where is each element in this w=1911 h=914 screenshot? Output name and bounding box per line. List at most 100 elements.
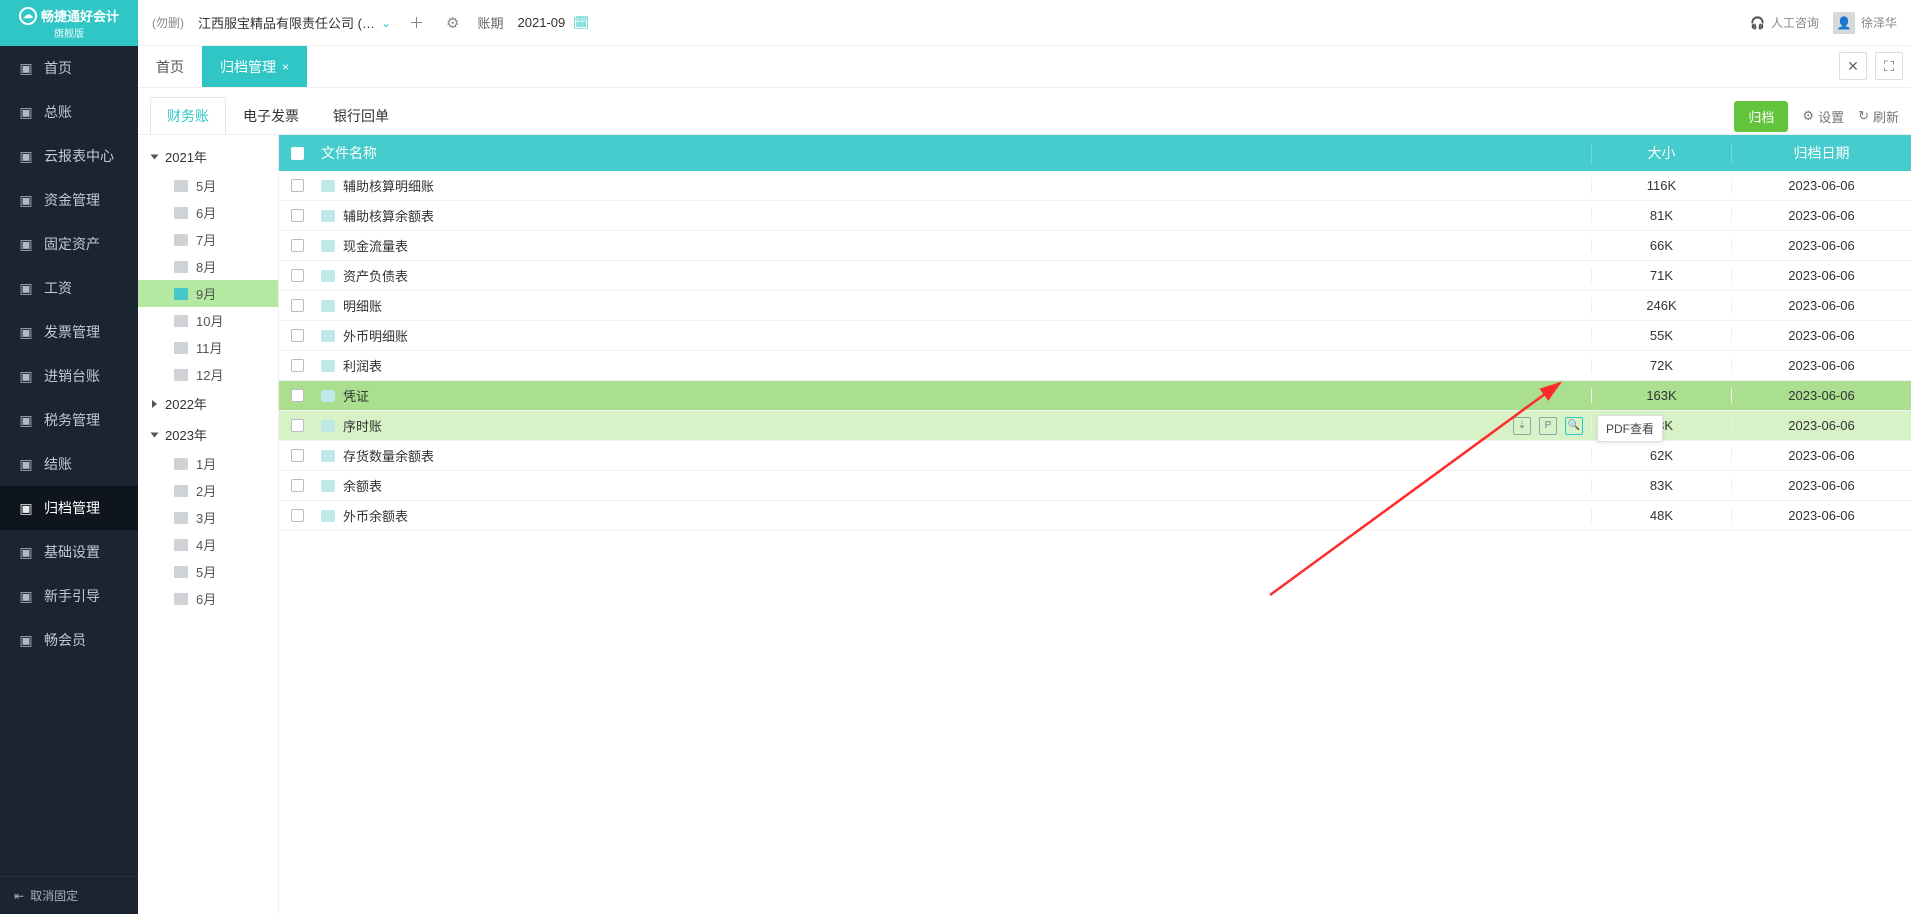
human-consult[interactable]: 🎧 人工咨询 <box>1750 14 1819 31</box>
row-checkbox[interactable] <box>291 239 304 252</box>
archive-button[interactable]: 归档 <box>1734 101 1788 132</box>
sidebar-item-5[interactable]: ▣工资 <box>0 266 138 310</box>
row-checkbox[interactable] <box>291 389 304 402</box>
page-tab-1[interactable]: 归档管理 × <box>202 46 307 87</box>
file-size: 81K <box>1591 208 1731 223</box>
file-icon <box>321 450 335 462</box>
table-row[interactable]: 资产负债表71K2023-06-06 <box>279 261 1911 291</box>
row-checkbox[interactable] <box>291 269 304 282</box>
tree-month-0-3[interactable]: 8月 <box>138 253 278 280</box>
select-all-checkbox[interactable] <box>291 147 304 160</box>
page-tab-label: 归档管理 <box>220 57 276 77</box>
sidebar-item-13[interactable]: ▣畅会员 <box>0 618 138 662</box>
settings-top-icon[interactable]: ⚙ <box>442 10 463 36</box>
row-checkbox[interactable] <box>291 179 304 192</box>
file-table: 文件名称 大小 归档日期 辅助核算明细账116K2023-06-06辅助核算余额… <box>278 135 1911 914</box>
row-checkbox[interactable] <box>291 329 304 342</box>
row-checkbox[interactable] <box>291 509 304 522</box>
tree-month-0-0[interactable]: 5月 <box>138 172 278 199</box>
table-row[interactable]: 序时账⇣P🔍PDF查看13K2023-06-06 <box>279 411 1911 441</box>
user-menu[interactable]: 👤 徐泽华 <box>1833 12 1897 34</box>
tree-month-2-4[interactable]: 5月 <box>138 558 278 585</box>
pdf-view-tooltip: PDF查看 <box>1597 415 1663 442</box>
tree-month-0-1[interactable]: 6月 <box>138 199 278 226</box>
tree-month-0-7[interactable]: 12月 <box>138 361 278 388</box>
table-row[interactable]: 余额表83K2023-06-06 <box>279 471 1911 501</box>
tree-month-0-4[interactable]: 9月 <box>138 280 278 307</box>
table-row[interactable]: 现金流量表66K2023-06-06 <box>279 231 1911 261</box>
sidebar-item-8[interactable]: ▣税务管理 <box>0 398 138 442</box>
row-checkbox[interactable] <box>291 359 304 372</box>
tree-year-2[interactable]: 2023年 <box>138 419 278 450</box>
sidebar-item-4[interactable]: ▣固定资产 <box>0 222 138 266</box>
row-checkbox[interactable] <box>291 209 304 222</box>
tree-month-2-0[interactable]: 1月 <box>138 450 278 477</box>
asset-icon: ▣ <box>18 236 34 252</box>
tree-month-0-2[interactable]: 7月 <box>138 226 278 253</box>
tree-month-2-2[interactable]: 3月 <box>138 504 278 531</box>
fullscreen-button[interactable]: ⛶ <box>1875 52 1903 80</box>
table-row[interactable]: 外币明细账55K2023-06-06 <box>279 321 1911 351</box>
close-icon[interactable]: × <box>282 60 289 74</box>
headset-icon: 🎧 <box>1750 16 1765 30</box>
archive-date: 2023-06-06 <box>1731 358 1911 373</box>
table-row[interactable]: 明细账246K2023-06-06 <box>279 291 1911 321</box>
col-date: 归档日期 <box>1731 143 1911 163</box>
folder-icon <box>174 593 188 605</box>
tree-month-2-3[interactable]: 4月 <box>138 531 278 558</box>
sidebar-item-7[interactable]: ▣进销台账 <box>0 354 138 398</box>
page-tab-0[interactable]: 首页 <box>138 46 202 87</box>
sub-tab-2[interactable]: 银行回单 <box>316 97 406 135</box>
brand-name: 畅捷通好会计 <box>41 6 119 25</box>
tree-month-0-5[interactable]: 10月 <box>138 307 278 334</box>
sidebar-item-0[interactable]: ▣首页 <box>0 46 138 90</box>
tree-year-1[interactable]: 2022年 <box>138 388 278 419</box>
row-checkbox[interactable] <box>291 299 304 312</box>
close-tab-button[interactable]: ✕ <box>1839 52 1867 80</box>
tree-month-0-6[interactable]: 11月 <box>138 334 278 361</box>
table-row[interactable]: 外币余额表48K2023-06-06 <box>279 501 1911 531</box>
avatar: 👤 <box>1833 12 1855 34</box>
table-row[interactable]: 辅助核算余额表81K2023-06-06 <box>279 201 1911 231</box>
sub-tab-1[interactable]: 电子发票 <box>226 97 316 135</box>
tree-month-2-1[interactable]: 2月 <box>138 477 278 504</box>
view-pdf-icon[interactable]: 🔍 <box>1565 417 1583 435</box>
sidebar-item-9[interactable]: ▣结账 <box>0 442 138 486</box>
row-checkbox[interactable] <box>291 479 304 492</box>
archive-date: 2023-06-06 <box>1731 268 1911 283</box>
folder-icon <box>174 234 188 246</box>
pdf-icon[interactable]: P <box>1539 417 1557 435</box>
table-row[interactable]: 存货数量余额表62K2023-06-06 <box>279 441 1911 471</box>
sidebar-item-12[interactable]: ▣新手引导 <box>0 574 138 618</box>
download-icon[interactable]: ⇣ <box>1513 417 1531 435</box>
table-row[interactable]: 凭证163K2023-06-06 <box>279 381 1911 411</box>
home-icon: ▣ <box>18 60 34 76</box>
row-checkbox[interactable] <box>291 449 304 462</box>
tree-year-0[interactable]: 2021年 <box>138 141 278 172</box>
refresh-link[interactable]: ↻ 刷新 <box>1858 107 1899 126</box>
sidebar-item-label: 进销台账 <box>44 366 100 386</box>
sidebar-item-2[interactable]: ▣云报表中心 <box>0 134 138 178</box>
sidebar-item-6[interactable]: ▣发票管理 <box>0 310 138 354</box>
sidebar-item-label: 发票管理 <box>44 322 100 342</box>
archive-date: 2023-06-06 <box>1731 238 1911 253</box>
row-checkbox[interactable] <box>291 419 304 432</box>
sidebar-item-label: 归档管理 <box>44 498 100 518</box>
table-row[interactable]: 辅助核算明细账116K2023-06-06 <box>279 171 1911 201</box>
tree-month-2-5[interactable]: 6月 <box>138 585 278 612</box>
table-row[interactable]: 利润表72K2023-06-06 <box>279 351 1911 381</box>
sidebar-unpin[interactable]: ⇤ 取消固定 <box>0 876 138 914</box>
sub-tab-0[interactable]: 财务账 <box>150 97 226 135</box>
sidebar-item-10[interactable]: ▣归档管理 <box>0 486 138 530</box>
add-button[interactable]: ＋ <box>405 8 428 37</box>
sidebar-item-3[interactable]: ▣资金管理 <box>0 178 138 222</box>
brand-logo: ☁ 畅捷通好会计 旗舰版 <box>0 0 138 46</box>
sidebar-item-11[interactable]: ▣基础设置 <box>0 530 138 574</box>
period-picker[interactable]: 2021-09 🗓 <box>518 15 590 31</box>
company-name-text: 江西服宝精品有限责任公司 (… <box>198 13 375 32</box>
company-selector[interactable]: 江西服宝精品有限责任公司 (… ⌄ <box>198 13 391 32</box>
funds-icon: ▣ <box>18 192 34 208</box>
settings-link[interactable]: ⚙ 设置 <box>1802 107 1844 126</box>
sidebar-item-1[interactable]: ▣总账 <box>0 90 138 134</box>
tree-month-label: 6月 <box>196 203 216 222</box>
